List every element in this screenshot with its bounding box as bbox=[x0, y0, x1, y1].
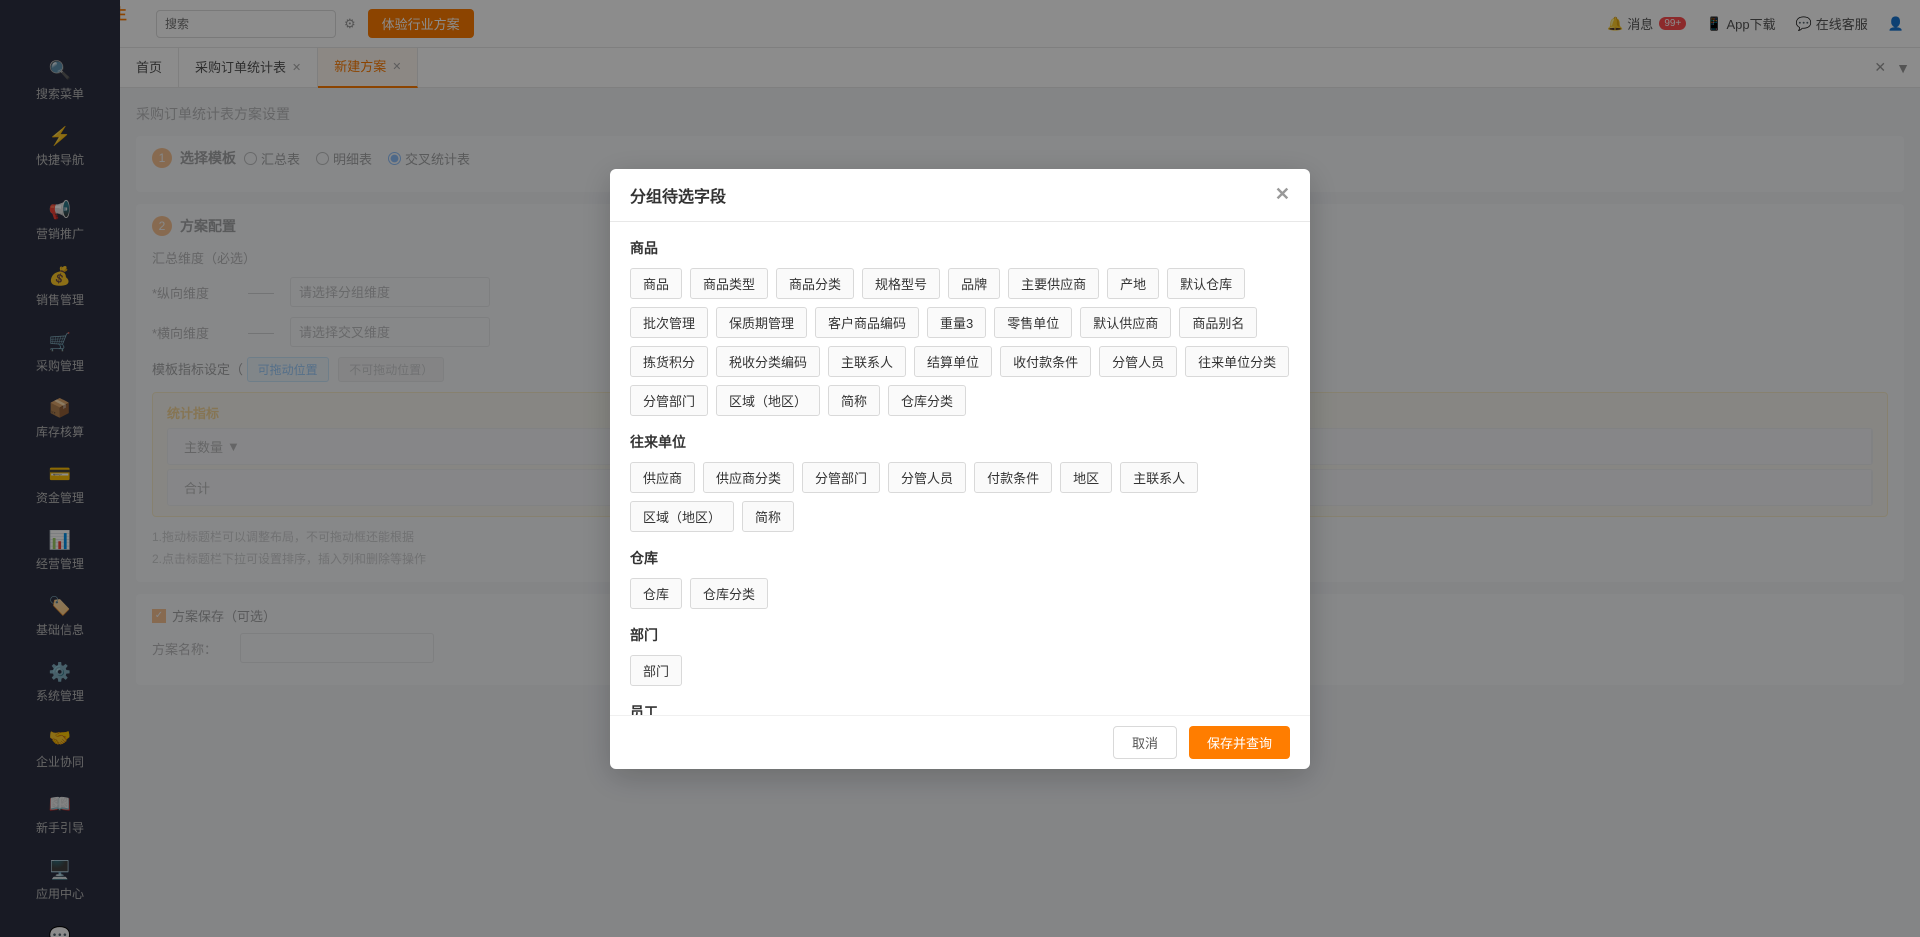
tag-goods-4[interactable]: 品牌 bbox=[948, 268, 1000, 299]
modal-overlay: 分组待选字段 ✕ 商品商品商品类型商品分类规格型号品牌主要供应商产地默认仓库批次… bbox=[0, 0, 1920, 937]
modal-section-department: 部门部门 bbox=[630, 625, 1290, 686]
modal-footer: 取消 保存并查询 bbox=[610, 715, 1310, 769]
tag-goods-16[interactable]: 税收分类编码 bbox=[716, 346, 820, 377]
tag-goods-22[interactable]: 分管部门 bbox=[630, 385, 708, 416]
tag-goods-19[interactable]: 收付款条件 bbox=[1000, 346, 1091, 377]
tag-goods-7[interactable]: 默认仓库 bbox=[1167, 268, 1245, 299]
tags-grid-department: 部门 bbox=[630, 655, 1290, 686]
tag-goods-23[interactable]: 区域（地区） bbox=[716, 385, 820, 416]
modal-body: 商品商品商品类型商品分类规格型号品牌主要供应商产地默认仓库批次管理保质期管理客户… bbox=[610, 222, 1310, 715]
tag-partner-1[interactable]: 供应商分类 bbox=[703, 462, 794, 493]
tag-goods-5[interactable]: 主要供应商 bbox=[1008, 268, 1099, 299]
tag-goods-18[interactable]: 结算单位 bbox=[914, 346, 992, 377]
tag-partner-0[interactable]: 供应商 bbox=[630, 462, 695, 493]
modal-section-warehouse: 仓库仓库仓库分类 bbox=[630, 548, 1290, 609]
tag-goods-3[interactable]: 规格型号 bbox=[862, 268, 940, 299]
modal-section-title-warehouse: 仓库 bbox=[630, 548, 1290, 568]
tag-goods-1[interactable]: 商品类型 bbox=[690, 268, 768, 299]
tag-partner-4[interactable]: 付款条件 bbox=[974, 462, 1052, 493]
tag-partner-7[interactable]: 区域（地区） bbox=[630, 501, 734, 532]
tag-partner-6[interactable]: 主联系人 bbox=[1120, 462, 1198, 493]
modal-section-title-goods: 商品 bbox=[630, 238, 1290, 258]
tag-warehouse-1[interactable]: 仓库分类 bbox=[690, 578, 768, 609]
tag-goods-2[interactable]: 商品分类 bbox=[776, 268, 854, 299]
tag-goods-12[interactable]: 零售单位 bbox=[994, 307, 1072, 338]
tag-goods-10[interactable]: 客户商品编码 bbox=[815, 307, 919, 338]
tag-goods-6[interactable]: 产地 bbox=[1107, 268, 1159, 299]
modal-section-employee: 员工业务员 bbox=[630, 702, 1290, 715]
tags-grid-partner: 供应商供应商分类分管部门分管人员付款条件地区主联系人区域（地区） 简称 bbox=[630, 462, 1290, 532]
tag-goods-20[interactable]: 分管人员 bbox=[1099, 346, 1177, 377]
tag-department-0[interactable]: 部门 bbox=[630, 655, 682, 686]
modal-section-partner: 往来单位供应商供应商分类分管部门分管人员付款条件地区主联系人区域（地区） 简称 bbox=[630, 432, 1290, 532]
tag-goods-14[interactable]: 商品别名 bbox=[1179, 307, 1257, 338]
tag-goods-17[interactable]: 主联系人 bbox=[828, 346, 906, 377]
tag-goods-21[interactable]: 往来单位分类 bbox=[1185, 346, 1289, 377]
tags-grid-warehouse: 仓库仓库分类 bbox=[630, 578, 1290, 609]
tag-partner-2[interactable]: 分管部门 bbox=[802, 462, 880, 493]
tag-goods-25[interactable]: 仓库分类 bbox=[888, 385, 966, 416]
modal-section-title-partner: 往来单位 bbox=[630, 432, 1290, 452]
tag-goods-11[interactable]: 重量3 bbox=[927, 307, 986, 338]
tag-goods-9[interactable]: 保质期管理 bbox=[716, 307, 807, 338]
tag-partner-5[interactable]: 地区 bbox=[1060, 462, 1112, 493]
tag-goods-8[interactable]: 批次管理 bbox=[630, 307, 708, 338]
modal-confirm-btn[interactable]: 保存并查询 bbox=[1189, 726, 1290, 759]
tag-goods-24[interactable]: 简称 bbox=[828, 385, 880, 416]
tag-goods-15[interactable]: 拣货积分 bbox=[630, 346, 708, 377]
tags-grid-goods: 商品商品类型商品分类规格型号品牌主要供应商产地默认仓库批次管理保质期管理客户商品… bbox=[630, 268, 1290, 416]
tag-goods-0[interactable]: 商品 bbox=[630, 268, 682, 299]
tag-partner-8[interactable]: 简称 bbox=[742, 501, 794, 532]
modal-section-goods: 商品商品商品类型商品分类规格型号品牌主要供应商产地默认仓库批次管理保质期管理客户… bbox=[630, 238, 1290, 416]
tag-partner-3[interactable]: 分管人员 bbox=[888, 462, 966, 493]
modal-close-btn[interactable]: ✕ bbox=[1275, 184, 1290, 205]
tag-goods-13[interactable]: 默认供应商 bbox=[1080, 307, 1171, 338]
modal-cancel-btn[interactable]: 取消 bbox=[1113, 726, 1177, 759]
tag-warehouse-0[interactable]: 仓库 bbox=[630, 578, 682, 609]
modal-section-title-department: 部门 bbox=[630, 625, 1290, 645]
modal-section-title-employee: 员工 bbox=[630, 702, 1290, 715]
modal-title: 分组待选字段 bbox=[630, 183, 726, 207]
modal-header: 分组待选字段 ✕ bbox=[610, 169, 1310, 222]
modal-dialog: 分组待选字段 ✕ 商品商品商品类型商品分类规格型号品牌主要供应商产地默认仓库批次… bbox=[610, 169, 1310, 769]
